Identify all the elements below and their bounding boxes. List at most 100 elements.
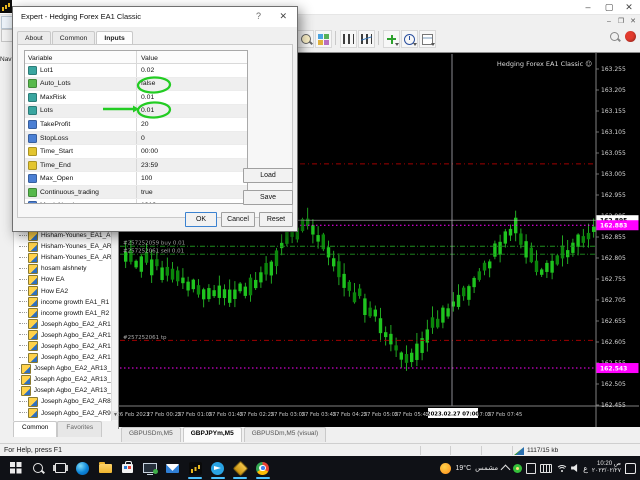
navigator-item[interactable]: Joseph Agbo_EA2_AR11 <box>14 330 119 341</box>
param-value-Lots[interactable]: 0.01 <box>137 105 247 118</box>
taskbar-mail-button[interactable] <box>162 456 185 480</box>
navigator-item-label: Hisham-Younes_EA_AR4 <box>41 254 116 262</box>
taskbar-gold-app-button[interactable] <box>229 456 252 480</box>
navigator-item[interactable]: Hisham-Younes_EA_AR4 <box>14 252 119 263</box>
param-value-StopLoss[interactable]: 0 <box>137 132 247 145</box>
add-indicator-button[interactable] <box>383 30 400 48</box>
param-row-StopLoss[interactable]: StopLoss 0 <box>25 131 247 146</box>
zoom-in-icon <box>300 34 311 44</box>
param-value-MaxRisk[interactable]: 0.01 <box>137 91 247 104</box>
navigator-item[interactable]: Joseph Agbo_EA2_AR13_R1 <box>14 363 119 374</box>
param-row-MagicNumber[interactable]: MagicNumber 1313 <box>25 199 247 203</box>
taskbar-file-explorer-button[interactable] <box>94 456 117 480</box>
maximize-icon[interactable]: ▢ <box>599 1 619 13</box>
taskbar-telegram-button[interactable] <box>207 456 230 480</box>
navigator-item-label: Hisham-Younes_EA_AR3 <box>41 243 116 251</box>
language-indicator[interactable]: ع <box>583 464 588 473</box>
dialog-close-icon[interactable]: ✕ <box>279 11 287 22</box>
param-row-Time_End[interactable]: Time_End 23:59 <box>25 158 247 173</box>
taskbar-system-monitor-button[interactable] <box>139 456 162 480</box>
notification-center-icon[interactable] <box>625 462 636 474</box>
chart-tab-gbpusd-visual[interactable]: GBPUSDm,M5 (visual) <box>243 427 327 442</box>
navigator-item[interactable]: Joseph Agbo_EA2_AR13_R3 <box>14 385 119 396</box>
ok-button[interactable]: OK <box>185 212 217 227</box>
param-row-Auto_Lots[interactable]: Auto_Lots false <box>25 77 247 92</box>
tray-notes-icon[interactable] <box>526 462 537 474</box>
param-value-TakeProfit[interactable]: 20 <box>137 118 247 131</box>
weather-condition[interactable]: مشمس <box>475 464 498 472</box>
load-button[interactable]: Load <box>243 168 293 183</box>
param-row-TakeProfit[interactable]: TakeProfit 20 <box>25 118 247 132</box>
param-row-Time_Start[interactable]: Time_Start 00:00 <box>25 145 247 159</box>
navigator-item[interactable]: Joseph Agbo_EA2_AR13_R2 <box>14 374 119 385</box>
tile-windows-button[interactable] <box>315 30 332 48</box>
expert-properties-dialog: Expert - Hedging Forex EA1 Classic ? ✕ A… <box>12 6 298 232</box>
chart-tab-gbpusd[interactable]: GBPUSDm,M5 <box>121 427 181 442</box>
child-restore-icon[interactable]: ❐ <box>616 16 626 27</box>
param-row-Lots[interactable]: Lots 0.01 <box>25 104 247 119</box>
tab-favorites[interactable]: Favorites <box>57 421 103 437</box>
child-close-icon[interactable]: ✕ <box>628 16 638 27</box>
expert-advisor-icon <box>28 319 38 330</box>
taskbar-start-button[interactable] <box>4 456 27 480</box>
navigator-item[interactable]: Joseph Agbo_EA2_AR8 <box>14 396 119 407</box>
param-value-Lot1[interactable]: 0.02 <box>137 64 247 77</box>
param-value-Continuous_trading[interactable]: true <box>137 186 247 199</box>
dialog-titlebar[interactable]: Expert - Hedging Forex EA1 Classic ? ✕ <box>13 7 297 27</box>
cancel-button[interactable]: Cancel <box>221 212 255 227</box>
wifi-icon[interactable] <box>555 464 568 472</box>
param-type-icon <box>28 201 37 203</box>
periods-button[interactable] <box>401 30 418 48</box>
param-row-Max_Open[interactable]: Max_Open 100 <box>25 172 247 186</box>
navigator-item[interactable]: How EA <box>14 274 119 285</box>
taskbar-chrome-button[interactable] <box>252 456 275 480</box>
traffic-chart-icon <box>514 447 524 455</box>
chart-tab-gbpjpy[interactable]: GBPJPYm,M5 <box>182 427 242 442</box>
weather-sun-icon[interactable] <box>440 462 452 474</box>
dialog-help-icon[interactable]: ? <box>256 11 261 21</box>
zoom-in-button[interactable] <box>297 30 314 48</box>
navigator-item[interactable]: income growth EA1_R1 <box>14 297 119 308</box>
minimize-icon[interactable]: – <box>578 1 598 13</box>
templates-button[interactable] <box>419 30 436 48</box>
expert-advisor-icon <box>20 363 31 374</box>
close-icon[interactable]: ✕ <box>619 1 639 13</box>
alert-badge-icon[interactable] <box>625 31 636 42</box>
line-chart-button[interactable] <box>358 30 375 48</box>
taskbar-task-view-button[interactable] <box>49 456 72 480</box>
save-button[interactable]: Save <box>243 190 293 205</box>
navigator-item[interactable]: Joseph Agbo_EA2_AR9 <box>14 408 119 419</box>
bar-chart-button[interactable] <box>340 30 357 48</box>
navigator-item[interactable]: How EA2 <box>14 285 119 297</box>
child-minimize-icon[interactable]: – <box>604 16 614 27</box>
taskbar-edge-button[interactable] <box>72 456 95 480</box>
param-value-Max_Open[interactable]: 100 <box>137 172 247 185</box>
param-value-MagicNumber[interactable]: 1313 <box>137 199 247 203</box>
param-row-Continuous_trading[interactable]: Continuous_trading true <box>25 185 247 200</box>
search-icon[interactable] <box>610 32 619 41</box>
navigator-item[interactable]: Hisham-Younes_EA_AR3 <box>14 241 119 252</box>
taskbar-store-button[interactable] <box>117 456 140 480</box>
clock[interactable]: 10:20 ص ٢٠٢٣/٠٢/٢٧ <box>592 461 621 476</box>
navigator-item[interactable]: Joseph Agbo_EA2_AR12 <box>14 341 119 352</box>
navigator-item[interactable]: Joseph Agbo_EA2_AR10 <box>14 319 119 330</box>
navigator-item[interactable]: Joseph Agbo_EA2_AR13 <box>14 352 119 363</box>
param-name: Lots <box>40 107 53 115</box>
touch-keyboard-icon[interactable] <box>540 463 553 473</box>
param-value-Time_Start[interactable]: 00:00 <box>137 145 247 158</box>
param-value-Auto_Lots[interactable]: false <box>137 78 247 91</box>
weather-temp[interactable]: 19°C <box>455 465 471 472</box>
param-row-Lot1[interactable]: Lot1 0.02 <box>25 64 247 78</box>
tray-expand-icon[interactable] <box>500 464 511 475</box>
navigator-item[interactable]: income growth EA1_R2 <box>14 308 119 319</box>
param-row-MaxRisk[interactable]: MaxRisk 0.01 <box>25 91 247 105</box>
navigator-item[interactable]: hosam alshnety <box>14 263 119 274</box>
reset-button[interactable]: Reset <box>259 212 293 227</box>
taskbar-metatrader-button[interactable] <box>184 456 207 480</box>
taskbar-search-button[interactable] <box>27 456 50 480</box>
tray-app-icon[interactable] <box>513 463 523 473</box>
volume-icon[interactable] <box>571 464 578 472</box>
expert-advisor-icon <box>28 408 38 419</box>
tab-common[interactable]: Common <box>13 421 58 437</box>
param-value-Time_End[interactable]: 23:59 <box>137 159 247 172</box>
